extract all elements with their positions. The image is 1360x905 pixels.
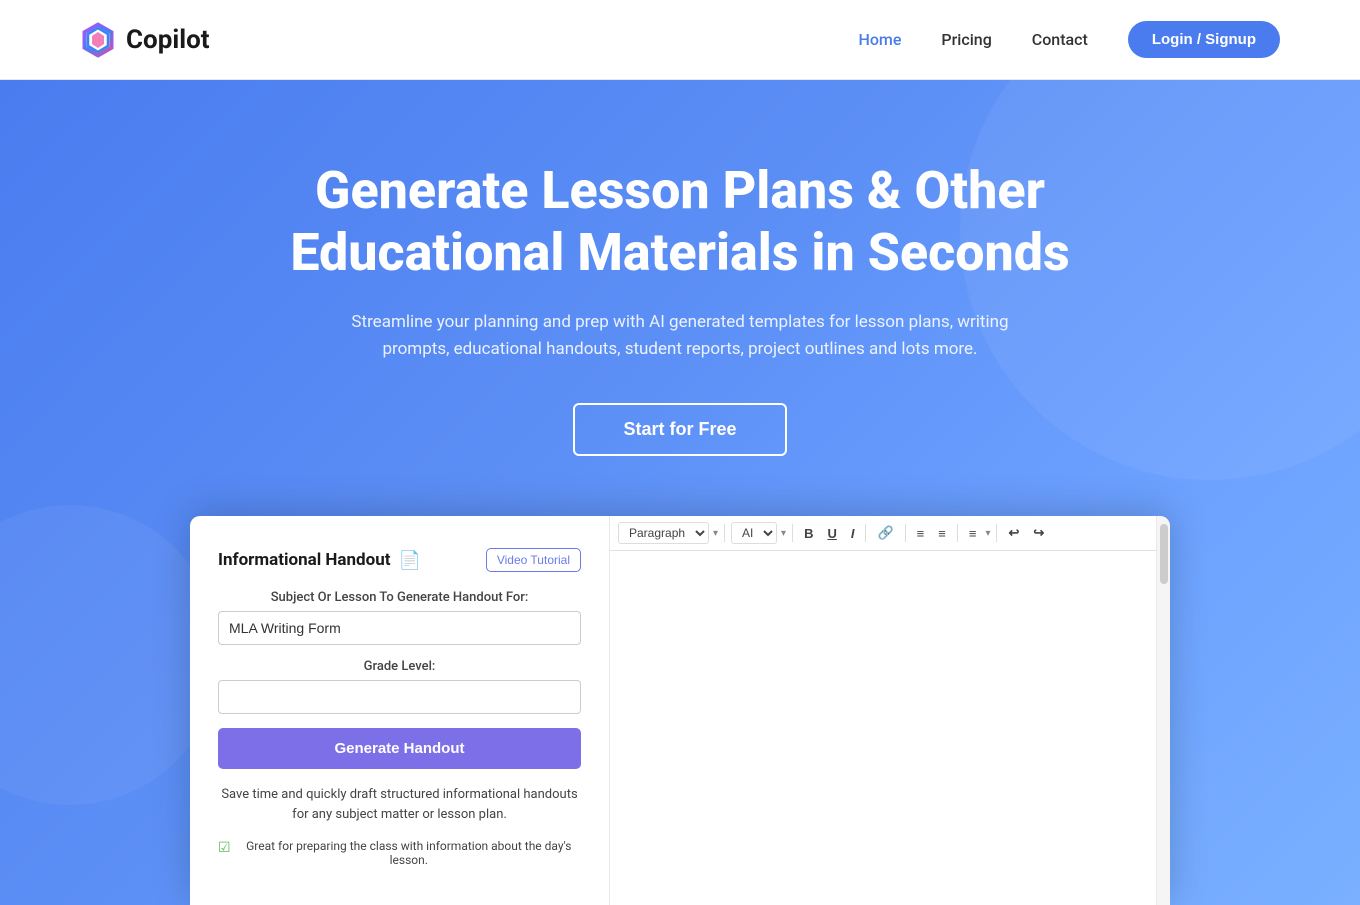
start-for-free-button[interactable]: Start for Free xyxy=(573,403,786,456)
editor-content[interactable] xyxy=(610,559,1170,759)
underline-button[interactable]: U xyxy=(822,524,841,543)
editor-toolbar: Paragraph ▾ AI ▾ B U I 🔗 ≡ ≡ xyxy=(610,516,1170,551)
subject-label: Subject Or Lesson To Generate Handout Fo… xyxy=(218,590,581,605)
toolbar-divider-2 xyxy=(792,524,793,542)
scrollbar-thumb[interactable] xyxy=(1160,524,1168,584)
left-panel: Informational Handout 📄 Video Tutorial S… xyxy=(190,516,610,905)
check-item-text-0: Great for preparing the class with infor… xyxy=(237,839,581,867)
document-icon: 📄 xyxy=(399,550,421,571)
right-panel-wrapper: Paragraph ▾ AI ▾ B U I 🔗 ≡ ≡ xyxy=(610,516,1170,905)
ordered-list-button[interactable]: ≡ xyxy=(933,524,951,543)
panel-title-text: Informational Handout xyxy=(218,550,391,570)
nav-links: Home Pricing Contact Login / Signup xyxy=(858,21,1280,58)
undo-button[interactable]: ↩ xyxy=(1003,523,1024,543)
link-button[interactable]: 🔗 xyxy=(872,523,898,543)
hero-section: Generate Lesson Plans & Other Educationa… xyxy=(0,80,1360,905)
panel-header: Informational Handout 📄 Video Tutorial xyxy=(218,548,581,572)
generate-handout-button[interactable]: Generate Handout xyxy=(218,728,581,769)
dropdown-chevron: ▾ xyxy=(713,528,718,539)
toolbar-divider-4 xyxy=(905,524,906,542)
nav-pricing[interactable]: Pricing xyxy=(941,30,991,49)
logo-area: Copilot xyxy=(80,22,210,58)
right-panel: Paragraph ▾ AI ▾ B U I 🔗 ≡ ≡ xyxy=(610,516,1170,905)
hero-subtitle: Streamline your planning and prep with A… xyxy=(330,309,1030,363)
description-text: Save time and quickly draft structured i… xyxy=(218,785,581,825)
app-preview: Informational Handout 📄 Video Tutorial S… xyxy=(190,516,1170,905)
toolbar-divider-3 xyxy=(865,524,866,542)
align-button[interactable]: ≡ xyxy=(964,524,982,543)
brand-name: Copilot xyxy=(126,25,210,55)
bullet-list-button[interactable]: ≡ xyxy=(912,524,930,543)
toolbar-divider-6 xyxy=(996,524,997,542)
toolbar-divider-5 xyxy=(957,524,958,542)
ai-select[interactable]: AI xyxy=(731,522,777,544)
grade-input[interactable] xyxy=(218,680,581,714)
nav-home[interactable]: Home xyxy=(858,30,901,49)
brand-logo-icon xyxy=(80,22,116,58)
panel-title: Informational Handout 📄 xyxy=(218,550,421,571)
italic-button[interactable]: I xyxy=(846,524,860,543)
navbar: Copilot Home Pricing Contact Login / Sig… xyxy=(0,0,1360,80)
bold-button[interactable]: B xyxy=(799,524,818,543)
ai-chevron: ▾ xyxy=(781,528,786,539)
toolbar-divider-1 xyxy=(724,524,725,542)
redo-button[interactable]: ↪ xyxy=(1028,523,1049,543)
scrollbar-track[interactable] xyxy=(1156,516,1170,905)
check-item-0: ☑ Great for preparing the class with inf… xyxy=(218,839,581,867)
nav-contact[interactable]: Contact xyxy=(1032,30,1088,49)
video-tutorial-button[interactable]: Video Tutorial xyxy=(486,548,581,572)
align-chevron: ▾ xyxy=(985,528,990,539)
check-icon: ☑ xyxy=(218,840,231,856)
login-signup-button[interactable]: Login / Signup xyxy=(1128,21,1280,58)
paragraph-select[interactable]: Paragraph xyxy=(618,522,709,544)
hero-title: Generate Lesson Plans & Other Educationa… xyxy=(250,160,1110,285)
subject-input[interactable] xyxy=(218,611,581,645)
grade-label: Grade Level: xyxy=(218,659,581,674)
